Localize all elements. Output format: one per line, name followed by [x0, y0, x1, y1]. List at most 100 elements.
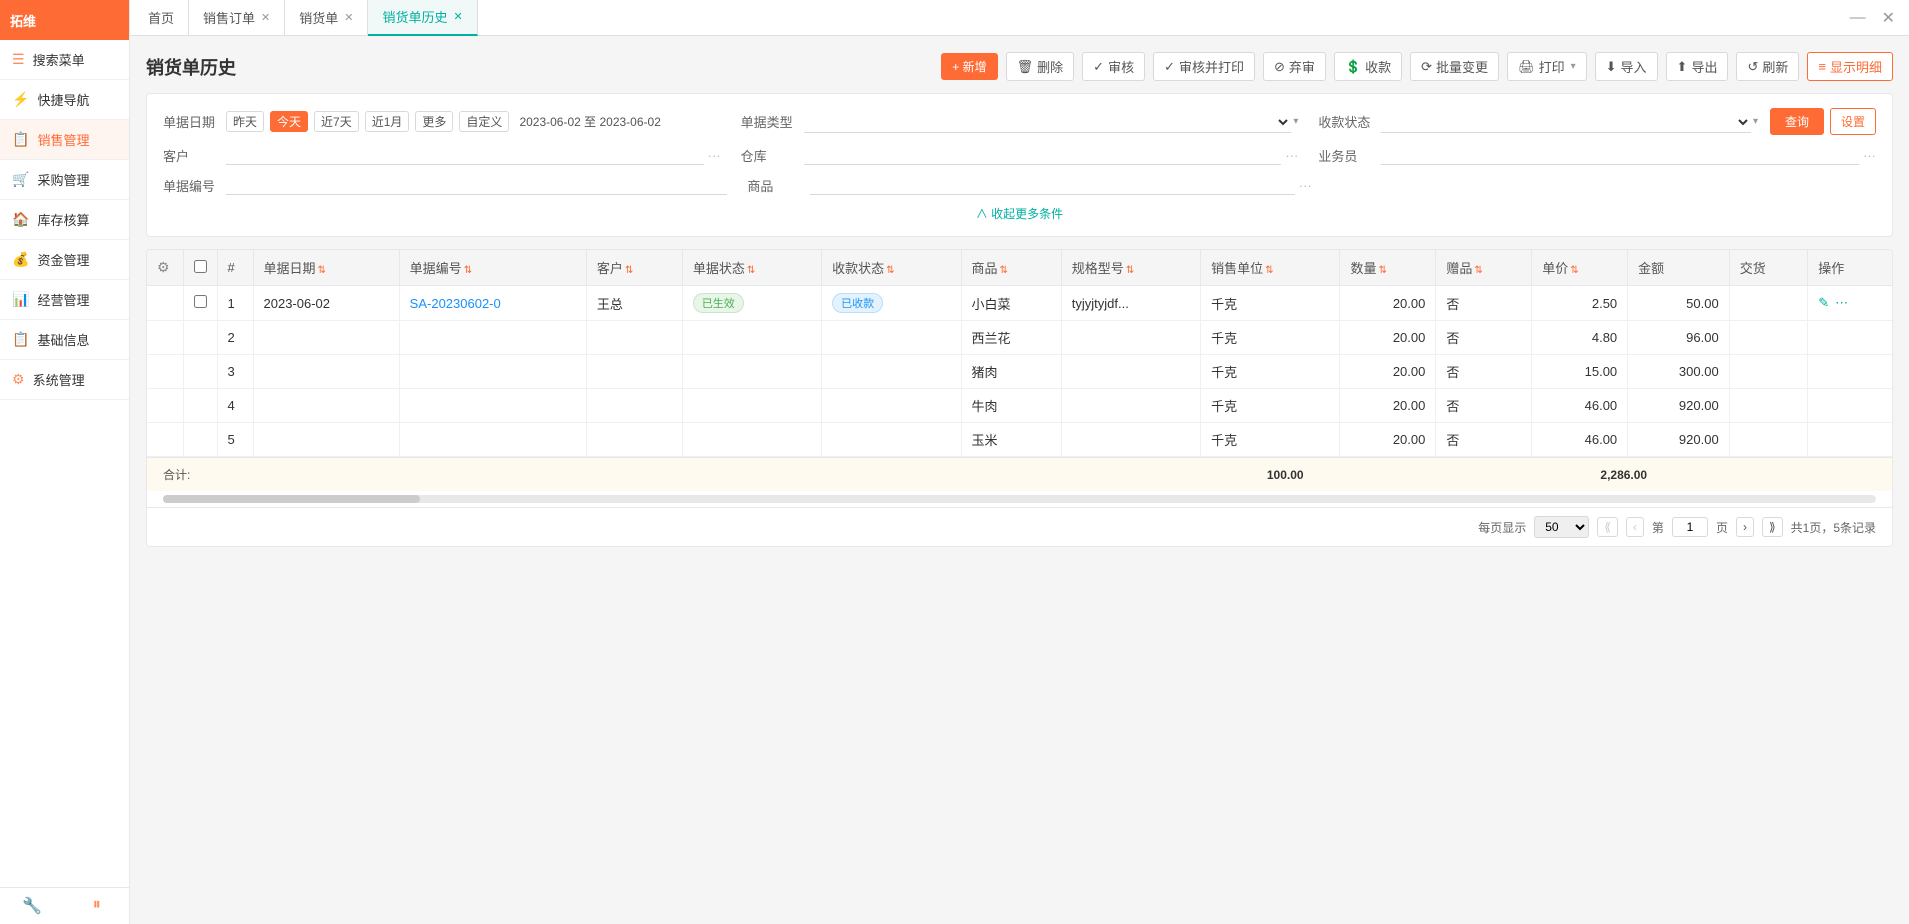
customer-more-icon[interactable]: ··· — [708, 148, 721, 163]
delete-button[interactable]: 🗑 删除 — [1006, 52, 1075, 81]
sidebar-item-sales-mgmt[interactable]: 📋 销售管理 — [0, 120, 129, 160]
col-date[interactable]: 单据日期⇅ — [253, 250, 399, 286]
pagination-first-btn[interactable]: ⟪ — [1597, 517, 1618, 537]
date-yesterday-btn[interactable]: 昨天 — [226, 111, 264, 132]
col-qty[interactable]: 数量⇅ — [1340, 250, 1436, 286]
horizontal-scrollbar[interactable] — [163, 495, 1876, 503]
tab-sales-order[interactable]: 销售订单 ✕ — [189, 0, 285, 36]
page-number-input[interactable] — [1672, 517, 1708, 537]
show-detail-button[interactable]: ≡ 显示明细 — [1807, 52, 1893, 81]
abandon-button[interactable]: ⊘ 弃审 — [1263, 52, 1326, 81]
sidebar-item-inventory[interactable]: 🏠 库存核算 — [0, 200, 129, 240]
more-action-icon[interactable]: ⋯ — [1835, 295, 1848, 311]
sidebar-item-ops[interactable]: 📊 经营管理 — [0, 280, 129, 320]
cell-amount: 920.00 — [1628, 389, 1730, 423]
row-checkbox[interactable] — [194, 295, 207, 308]
cell-unit: 千克 — [1201, 389, 1340, 423]
tab-minus-btn[interactable]: — — [1844, 7, 1872, 29]
sidebar-item-search-menu[interactable]: ☰ 搜索菜单 — [0, 40, 129, 80]
new-button[interactable]: + 新增 — [941, 53, 997, 80]
cell-date — [253, 355, 399, 389]
col-customer[interactable]: 客户⇅ — [586, 250, 682, 286]
table-header-row: ⚙ # 单据日期⇅ 单据编号⇅ 客户⇅ — [147, 250, 1892, 286]
tab-sales-history-close[interactable]: ✕ — [454, 10, 463, 23]
customer-input[interactable] — [226, 145, 704, 165]
pagination-next-btn[interactable]: › — [1736, 517, 1754, 537]
tab-bar: 首页 销售订单 ✕ 销货单 ✕ 销货单历史 ✕ — ✕ — [130, 0, 1909, 36]
table-row: 5玉米千克20.00否46.00920.00 — [147, 423, 1892, 457]
audit-print-button[interactable]: ✓ 审核并打印 — [1153, 52, 1255, 81]
collapse-btn[interactable]: ∧ 收起更多条件 — [976, 207, 1063, 221]
doc-no-input[interactable] — [226, 175, 727, 195]
col-doc-status[interactable]: 单据状态⇅ — [682, 250, 821, 286]
col-spec[interactable]: 规格型号⇅ — [1061, 250, 1200, 286]
print-button[interactable]: 🖨 打印 ▾ — [1507, 52, 1587, 81]
tab-sales-goods-close[interactable]: ✕ — [344, 11, 353, 24]
cell-num: 2 — [217, 321, 253, 355]
sidebar-item-label: 采购管理 — [37, 170, 89, 189]
sidebar-bottom-right-btn[interactable]: ⏸ — [65, 888, 130, 924]
batch-change-button[interactable]: ⟳ 批量变更 — [1410, 52, 1499, 81]
sidebar-item-purchase-mgmt[interactable]: 🛒 采购管理 — [0, 160, 129, 200]
tab-sales-history[interactable]: 销货单历史 ✕ — [368, 0, 477, 36]
pagination-last-btn[interactable]: ⟫ — [1762, 517, 1783, 537]
date-7days-btn[interactable]: 近7天 — [314, 111, 359, 132]
cell-date — [253, 423, 399, 457]
doc-no-link[interactable]: SA-20230602-0 — [410, 296, 501, 311]
col-unit[interactable]: 销售单位⇅ — [1201, 250, 1340, 286]
cell-settings — [147, 355, 183, 389]
tab-sales-order-close[interactable]: ✕ — [261, 11, 270, 24]
cell-spec: tyjyjtyjdf... — [1061, 286, 1200, 321]
refresh-button[interactable]: ↺ 刷新 — [1736, 52, 1799, 81]
date-1month-btn[interactable]: 近1月 — [365, 111, 410, 132]
warehouse-input[interactable] — [804, 145, 1282, 165]
cell-date — [253, 389, 399, 423]
col-collect-status[interactable]: 收款状态⇅ — [822, 250, 961, 286]
sidebar-item-quick-nav[interactable]: ⚡ 快捷导航 — [0, 80, 129, 120]
sidebar-item-finance[interactable]: 💰 资金管理 — [0, 240, 129, 280]
staff-input[interactable] — [1381, 145, 1859, 165]
date-custom-btn[interactable]: 自定义 — [459, 111, 509, 132]
col-num: # — [217, 250, 253, 286]
cell-doc-no — [399, 355, 586, 389]
page-size-select[interactable]: 50 20 100 — [1534, 516, 1589, 538]
goods-label: 商品 — [747, 176, 802, 195]
cell-gift: 否 — [1436, 321, 1532, 355]
doc-type-label: 单据类型 — [741, 112, 796, 131]
sidebar-item-sys-mgmt[interactable]: ⚙ 系统管理 — [0, 360, 129, 400]
goods-input[interactable] — [810, 175, 1294, 195]
goods-more-icon[interactable]: ··· — [1299, 178, 1312, 193]
date-more-btn[interactable]: 更多 — [415, 111, 453, 132]
tab-sales-goods[interactable]: 销货单 ✕ — [285, 0, 368, 36]
table-settings-gear-icon[interactable]: ⚙ — [157, 259, 170, 275]
pagination-prev-btn[interactable]: ‹ — [1626, 517, 1644, 537]
warehouse-more-icon[interactable]: ··· — [1285, 148, 1298, 163]
collect-status-select[interactable] — [1381, 111, 1751, 133]
col-doc-no[interactable]: 单据编号⇅ — [399, 250, 586, 286]
date-today-btn[interactable]: 今天 — [270, 111, 308, 132]
cell-customer: 王总 — [586, 286, 682, 321]
col-gift[interactable]: 赠品⇅ — [1436, 250, 1532, 286]
footer-label: 合计: — [163, 466, 190, 483]
col-price[interactable]: 单价⇅ — [1532, 250, 1628, 286]
audit-button[interactable]: ✓ 审核 — [1082, 52, 1145, 81]
col-actions: 操作 — [1808, 250, 1892, 286]
collect-button[interactable]: 💲 收款 — [1334, 52, 1402, 81]
query-button[interactable]: 查询 — [1770, 108, 1824, 135]
cell-unit: 千克 — [1201, 355, 1340, 389]
sidebar-item-base-info[interactable]: 📋 基础信息 — [0, 320, 129, 360]
tab-home[interactable]: 首页 — [134, 0, 189, 36]
tab-close-all-btn[interactable]: ✕ — [1876, 6, 1901, 30]
settings-button[interactable]: 设置 — [1830, 108, 1876, 135]
cell-goods: 玉米 — [961, 423, 1061, 457]
edit-icon[interactable]: ✎ — [1818, 295, 1829, 311]
sidebar-bottom-left-btn[interactable]: 🔧 — [0, 888, 65, 924]
doc-type-select[interactable] — [804, 111, 1292, 133]
staff-more-icon[interactable]: ··· — [1863, 148, 1876, 163]
sidebar-item-label: 库存核算 — [37, 210, 89, 229]
col-settings[interactable]: ⚙ — [147, 250, 183, 286]
select-all-checkbox[interactable] — [194, 260, 207, 273]
import-button[interactable]: ⬇ 导入 — [1595, 52, 1658, 81]
export-button[interactable]: ⬆ 导出 — [1666, 52, 1729, 81]
col-goods[interactable]: 商品⇅ — [961, 250, 1061, 286]
